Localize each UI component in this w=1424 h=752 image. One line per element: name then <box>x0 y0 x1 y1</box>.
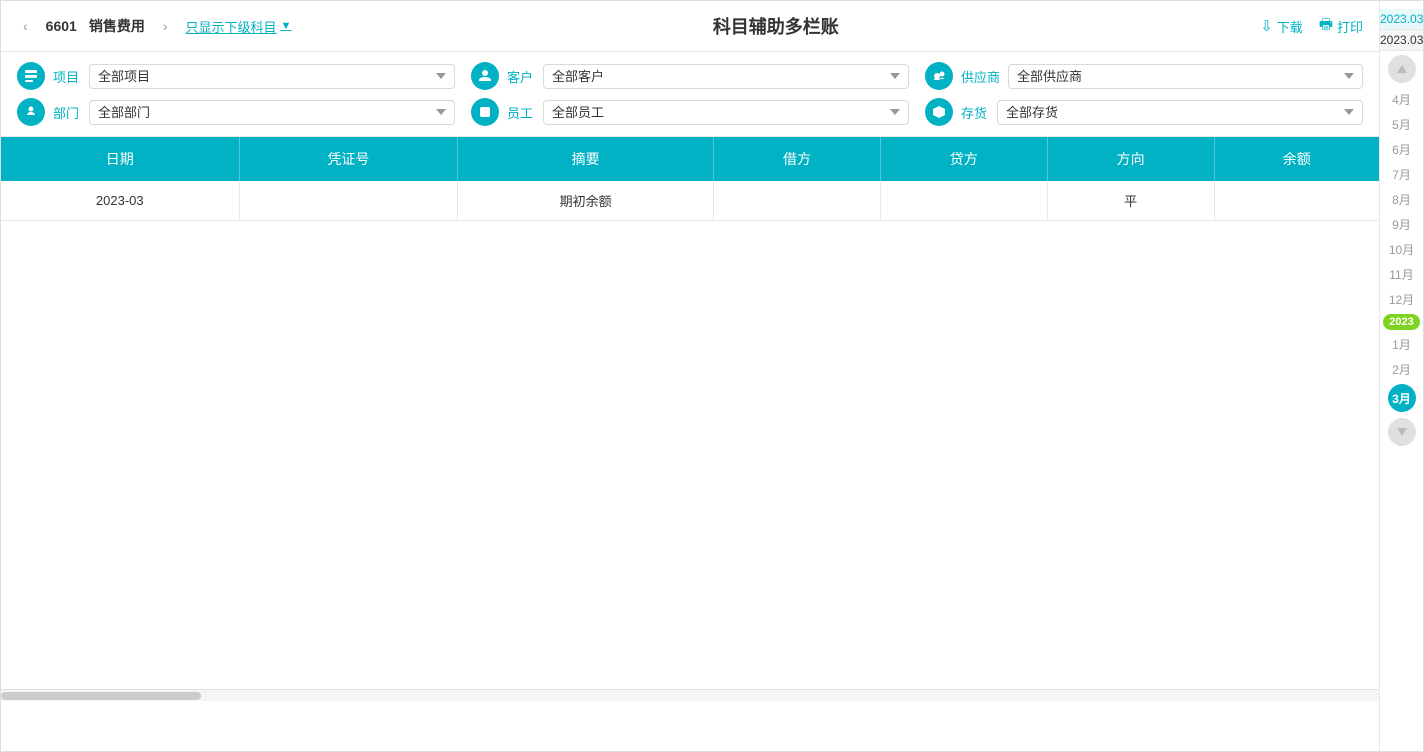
download-icon: ⇩ <box>1260 17 1273 35</box>
sidebar-month-10[interactable]: 10月 <box>1380 237 1423 262</box>
col-credit: 贷方 <box>880 137 1047 181</box>
prev-account-button[interactable]: ‹ <box>17 16 34 36</box>
sidebar-month-11[interactable]: 11月 <box>1380 262 1423 287</box>
sidebar-month-3-active[interactable]: 3月 <box>1388 384 1416 412</box>
table-header-row: 日期 凭证号 摘要 借方 贷方 方向 余额 <box>1 137 1379 181</box>
sidebar-month-7[interactable]: 7月 <box>1380 162 1423 187</box>
inventory-select[interactable]: 全部存货 <box>997 100 1363 125</box>
department-label: 部门 <box>53 103 81 122</box>
filter-customer: 客户 全部客户 <box>471 62 909 90</box>
next-account-button[interactable]: › <box>157 16 174 36</box>
supplier-select[interactable]: 全部供应商 <box>1008 64 1363 89</box>
cell-summary: 期初余额 <box>458 181 714 221</box>
cell-debit <box>714 181 881 221</box>
main-content: ‹ 6601 销售费用 › 只显示下级科目 ▼ 科目辅助多栏账 ⇩ 下载 🖶 打… <box>1 1 1379 701</box>
download-button[interactable]: ⇩ 下载 <box>1260 14 1303 39</box>
sidebar-header-month-1[interactable]: 2023.03 <box>1380 9 1423 30</box>
filter-department: 部门 全部部门 <box>17 98 455 126</box>
download-label: 下载 <box>1277 17 1303 36</box>
sidebar-month-4[interactable]: 4月 <box>1380 87 1423 112</box>
sidebar-month-1[interactable]: 1月 <box>1380 332 1423 357</box>
print-button[interactable]: 🖶 打印 <box>1319 14 1363 39</box>
sidebar-header-month-2[interactable]: 2023.03 <box>1380 30 1423 51</box>
year-badge[interactable]: 2023 <box>1383 314 1419 330</box>
filter-employee: 员工 全部员工 <box>471 98 909 126</box>
print-icon: 🖶 <box>1319 14 1333 39</box>
table-row[interactable]: 2023-03 期初余额 平 <box>1 181 1379 221</box>
employee-select[interactable]: 全部员工 <box>543 100 909 125</box>
cell-direction: 平 <box>1047 181 1214 221</box>
toolbar: ⇩ 下载 🖶 打印 <box>1260 14 1363 39</box>
cell-voucher <box>239 181 458 221</box>
col-direction: 方向 <box>1047 137 1214 181</box>
employee-icon <box>471 98 499 126</box>
department-select[interactable]: 全部部门 <box>89 100 455 125</box>
month-sidebar: 2023.03 2023.03 4月 5月 6月 7月 8月 9月 10月 11… <box>1379 1 1423 751</box>
sidebar-month-5[interactable]: 5月 <box>1380 112 1423 137</box>
table-container: 日期 凭证号 摘要 借方 贷方 方向 余额 2023-03 期初余额 <box>1 137 1379 689</box>
customer-icon <box>471 62 499 90</box>
scrollbar-thumb[interactable] <box>1 692 201 700</box>
col-voucher: 凭证号 <box>239 137 458 181</box>
supplier-icon <box>925 62 953 90</box>
cell-credit <box>880 181 1047 221</box>
account-code: 6601 <box>46 18 77 34</box>
sub-account-toggle[interactable]: 只显示下级科目 ▼ <box>186 17 292 36</box>
filter-inventory: 存货 全部存货 <box>925 98 1363 126</box>
customer-select[interactable]: 全部客户 <box>543 64 909 89</box>
account-name: 销售费用 <box>89 16 145 36</box>
col-summary: 摘要 <box>458 137 714 181</box>
project-label: 项目 <box>53 67 81 86</box>
cell-date: 2023-03 <box>1 181 239 221</box>
sidebar-down-button[interactable] <box>1388 418 1416 446</box>
cell-balance <box>1214 181 1379 221</box>
filters: 项目 全部项目 客户 全部客户 供应商 全 <box>1 52 1379 137</box>
employee-label: 员工 <box>507 103 535 122</box>
inventory-icon <box>925 98 953 126</box>
supplier-label: 供应商 <box>961 67 1000 86</box>
filter-supplier: 供应商 全部供应商 <box>925 62 1363 90</box>
data-table: 日期 凭证号 摘要 借方 贷方 方向 余额 2023-03 期初余额 <box>1 137 1379 221</box>
page-title: 科目辅助多栏账 <box>303 13 1248 39</box>
main-window: 2023.03 2023.03 4月 5月 6月 7月 8月 9月 10月 11… <box>0 0 1424 752</box>
customer-label: 客户 <box>507 67 535 86</box>
header: ‹ 6601 销售费用 › 只显示下级科目 ▼ 科目辅助多栏账 ⇩ 下载 🖶 打… <box>1 1 1379 52</box>
print-label: 打印 <box>1337 17 1363 36</box>
sidebar-month-2[interactable]: 2月 <box>1380 357 1423 382</box>
sidebar-month-9[interactable]: 9月 <box>1380 212 1423 237</box>
filter-project: 项目 全部项目 <box>17 62 455 90</box>
project-select[interactable]: 全部项目 <box>89 64 455 89</box>
sidebar-month-6[interactable]: 6月 <box>1380 137 1423 162</box>
inventory-label: 存货 <box>961 103 989 122</box>
project-icon <box>17 62 45 90</box>
col-debit: 借方 <box>714 137 881 181</box>
sidebar-month-12[interactable]: 12月 <box>1380 287 1423 312</box>
horizontal-scrollbar[interactable] <box>1 689 1379 701</box>
sidebar-month-8[interactable]: 8月 <box>1380 187 1423 212</box>
department-icon <box>17 98 45 126</box>
col-date: 日期 <box>1 137 239 181</box>
sidebar-up-button[interactable] <box>1388 55 1416 83</box>
sub-account-label: 只显示下级科目 <box>186 17 277 36</box>
sub-account-chevron-icon: ▼ <box>281 20 292 32</box>
col-balance: 余额 <box>1214 137 1379 181</box>
